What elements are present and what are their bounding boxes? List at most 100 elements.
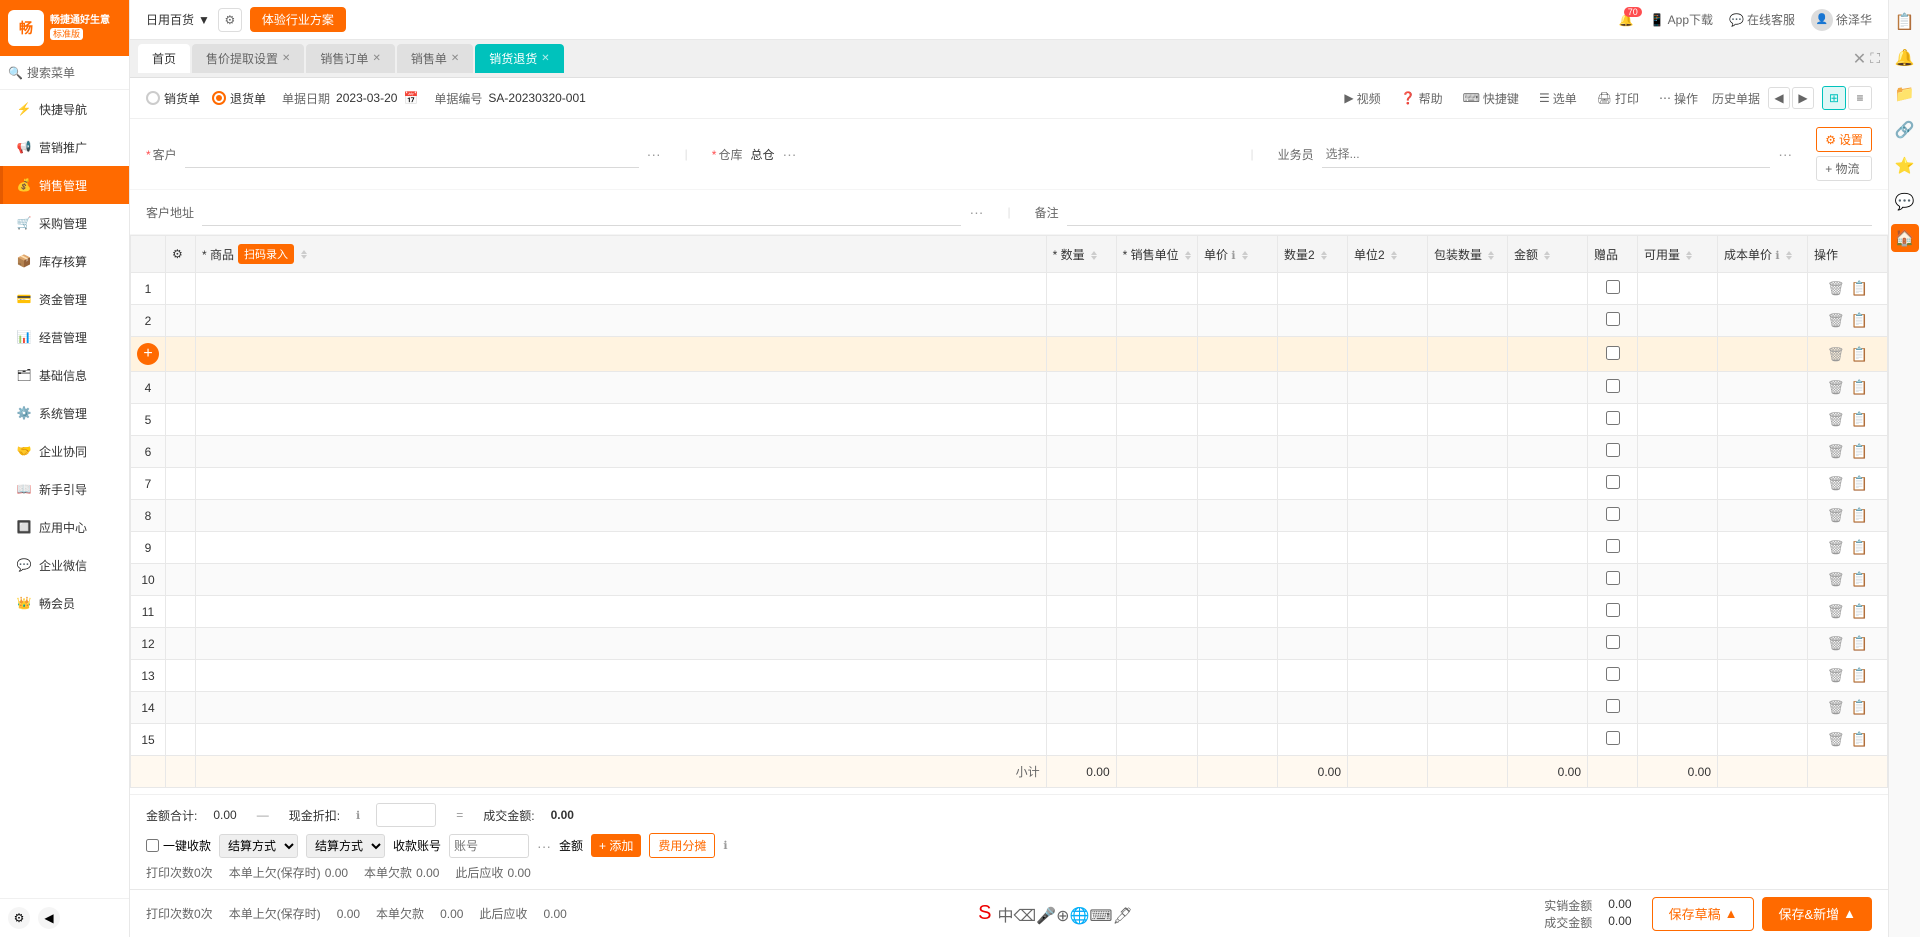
close-icon[interactable]: ✕ — [541, 53, 549, 64]
customer-input[interactable] — [185, 140, 639, 168]
radio-return[interactable]: 退货单 — [212, 90, 266, 107]
copy-row-button[interactable]: 📋 — [1851, 379, 1868, 396]
settings-icon[interactable]: ⚙ — [8, 907, 30, 929]
right-panel-files[interactable]: 📁 — [1891, 80, 1919, 108]
sidebar-item-apps[interactable]: 🔲 应用中心 — [0, 508, 129, 546]
tab-sales-order[interactable]: 销售订单 ✕ — [306, 44, 394, 73]
amount-cell[interactable] — [1508, 273, 1588, 305]
unit2-sort-icon[interactable] — [1391, 251, 1397, 260]
price-sort-icon[interactable] — [1242, 251, 1248, 260]
qty-sort-icon[interactable] — [1091, 251, 1097, 260]
search-menu-item[interactable]: 🔍 搜索菜单 — [0, 56, 129, 90]
delete-row-button[interactable]: 🗑 — [1827, 312, 1845, 329]
qty2-input[interactable] — [1284, 279, 1341, 298]
list-view-button[interactable]: ≡ — [1848, 86, 1872, 110]
gift-checkbox[interactable] — [1606, 699, 1620, 713]
gift-checkbox[interactable] — [1606, 539, 1620, 553]
qty-cell[interactable] — [1046, 305, 1116, 337]
unit-cell[interactable] — [1116, 273, 1197, 305]
fee-split-info-icon[interactable]: ℹ — [723, 839, 727, 852]
ops-button[interactable]: ⋯ 操作 — [1653, 87, 1704, 110]
qty2-cell[interactable] — [1278, 273, 1348, 305]
cash-discount-input[interactable] — [376, 803, 436, 827]
video-button[interactable]: ▶ 视频 — [1338, 87, 1386, 110]
pkg-cell[interactable] — [1428, 273, 1508, 305]
copy-row-button[interactable]: 📋 — [1851, 539, 1868, 556]
sidebar-item-finance[interactable]: 💳 资金管理 — [0, 280, 129, 318]
product-cell[interactable] — [196, 337, 1047, 372]
amount-cell-h[interactable] — [1508, 337, 1588, 372]
delete-row-button[interactable]: 🗑 — [1827, 379, 1845, 396]
right-panel-chat[interactable]: 💬 — [1891, 188, 1919, 216]
copy-row-button[interactable]: 📋 — [1851, 475, 1868, 492]
salesperson-picker-button[interactable]: ··· — [1778, 146, 1792, 162]
select-button[interactable]: ☰ 选单 — [1533, 87, 1583, 110]
right-panel-alert[interactable]: 🔔 — [1891, 44, 1919, 72]
experience-button[interactable]: 体验行业方案 — [250, 7, 346, 32]
amount-sort-icon[interactable] — [1544, 251, 1550, 260]
amount-input[interactable] — [1514, 279, 1581, 298]
copy-row-button[interactable]: 📋 — [1851, 280, 1868, 297]
copy-row-button[interactable]: 📋 — [1851, 571, 1868, 588]
delete-row-button[interactable]: 🗑 — [1827, 667, 1845, 684]
amount-cell[interactable] — [1508, 305, 1588, 337]
add-payment-button[interactable]: + 添加 — [591, 834, 641, 857]
close-icon[interactable]: ✕ — [451, 53, 459, 64]
product-input[interactable] — [202, 311, 1040, 330]
gift-checkbox[interactable] — [1606, 603, 1620, 617]
unit-input[interactable] — [1123, 279, 1191, 298]
pkg-cell-h[interactable] — [1428, 337, 1508, 372]
copy-row-button[interactable]: 📋 — [1851, 699, 1868, 716]
sidebar-item-basic[interactable]: 🗂 基础信息 — [0, 356, 129, 394]
gift-checkbox[interactable] — [1606, 731, 1620, 745]
unit-cell[interactable] — [1116, 305, 1197, 337]
gift-checkbox[interactable] — [1606, 312, 1620, 326]
help-button[interactable]: ❓ 帮助 — [1395, 87, 1449, 110]
delete-row-button[interactable]: 🗑 — [1827, 507, 1845, 524]
maximize-button[interactable]: ⛶ — [1870, 50, 1880, 67]
qty-cell-h[interactable] — [1046, 337, 1116, 372]
account-input[interactable] — [449, 834, 529, 858]
scan-input-button[interactable]: 扫码录入 — [238, 244, 294, 264]
settlement-select[interactable]: 结算方式 — [219, 834, 298, 858]
tab-price-extract[interactable]: 售价提取设置 ✕ — [192, 44, 304, 73]
gift-checkbox[interactable] — [1606, 280, 1620, 294]
cost-info-icon[interactable]: ℹ — [1775, 250, 1779, 262]
gift-cell[interactable] — [1588, 305, 1638, 337]
gift-checkbox[interactable] — [1606, 667, 1620, 681]
cost-sort-icon[interactable] — [1786, 251, 1792, 260]
sidebar-item-member[interactable]: 👑 畅会员 — [0, 584, 129, 622]
unit2-cell-h[interactable] — [1348, 337, 1428, 372]
delete-row-button[interactable]: 🗑 — [1827, 443, 1845, 460]
delete-row-button[interactable]: 🗑 — [1827, 635, 1845, 652]
gift-checkbox[interactable] — [1606, 635, 1620, 649]
calculation-select[interactable]: 结算方式 — [306, 834, 385, 858]
prev-record-button[interactable]: ◀ — [1768, 87, 1790, 109]
gift-checkbox[interactable] — [1606, 379, 1620, 393]
right-panel-star[interactable]: ⭐ — [1891, 152, 1919, 180]
delete-row-button[interactable]: 🗑 — [1827, 731, 1845, 748]
copy-row-button[interactable]: 📋 — [1851, 312, 1868, 329]
tab-sales-return[interactable]: 销货退货 ✕ — [475, 44, 563, 73]
tab-home[interactable]: 首页 — [138, 44, 190, 73]
product-input-active[interactable] — [202, 343, 1040, 365]
one-click-checkbox[interactable] — [146, 839, 159, 852]
close-all-tabs-button[interactable]: ✕ — [1853, 49, 1866, 69]
delete-row-button[interactable]: 🗑 — [1827, 539, 1845, 556]
close-icon[interactable]: ✕ — [372, 53, 380, 64]
close-icon[interactable]: ✕ — [282, 53, 290, 64]
price-cell-h[interactable] — [1198, 337, 1278, 372]
qty-input[interactable] — [1053, 279, 1110, 298]
sidebar-item-enterprise[interactable]: 🤝 企业协同 — [0, 432, 129, 470]
unit2-cell[interactable] — [1348, 305, 1428, 337]
one-click-payment-checkbox[interactable]: 一键收款 — [146, 837, 211, 854]
save-new-button[interactable]: 保存&新增 ▲ — [1762, 897, 1872, 931]
delete-row-button[interactable]: 🗑 — [1827, 411, 1845, 428]
tab-sales[interactable]: 销售单 ✕ — [397, 44, 473, 73]
price-cell[interactable] — [1198, 305, 1278, 337]
pkg-cell[interactable] — [1428, 305, 1508, 337]
history-button[interactable]: 历史单据 — [1712, 90, 1760, 107]
header-gear-button[interactable]: ⚙ — [218, 8, 242, 32]
copy-row-button[interactable]: 📋 — [1851, 346, 1868, 363]
product-cell[interactable] — [196, 305, 1047, 337]
